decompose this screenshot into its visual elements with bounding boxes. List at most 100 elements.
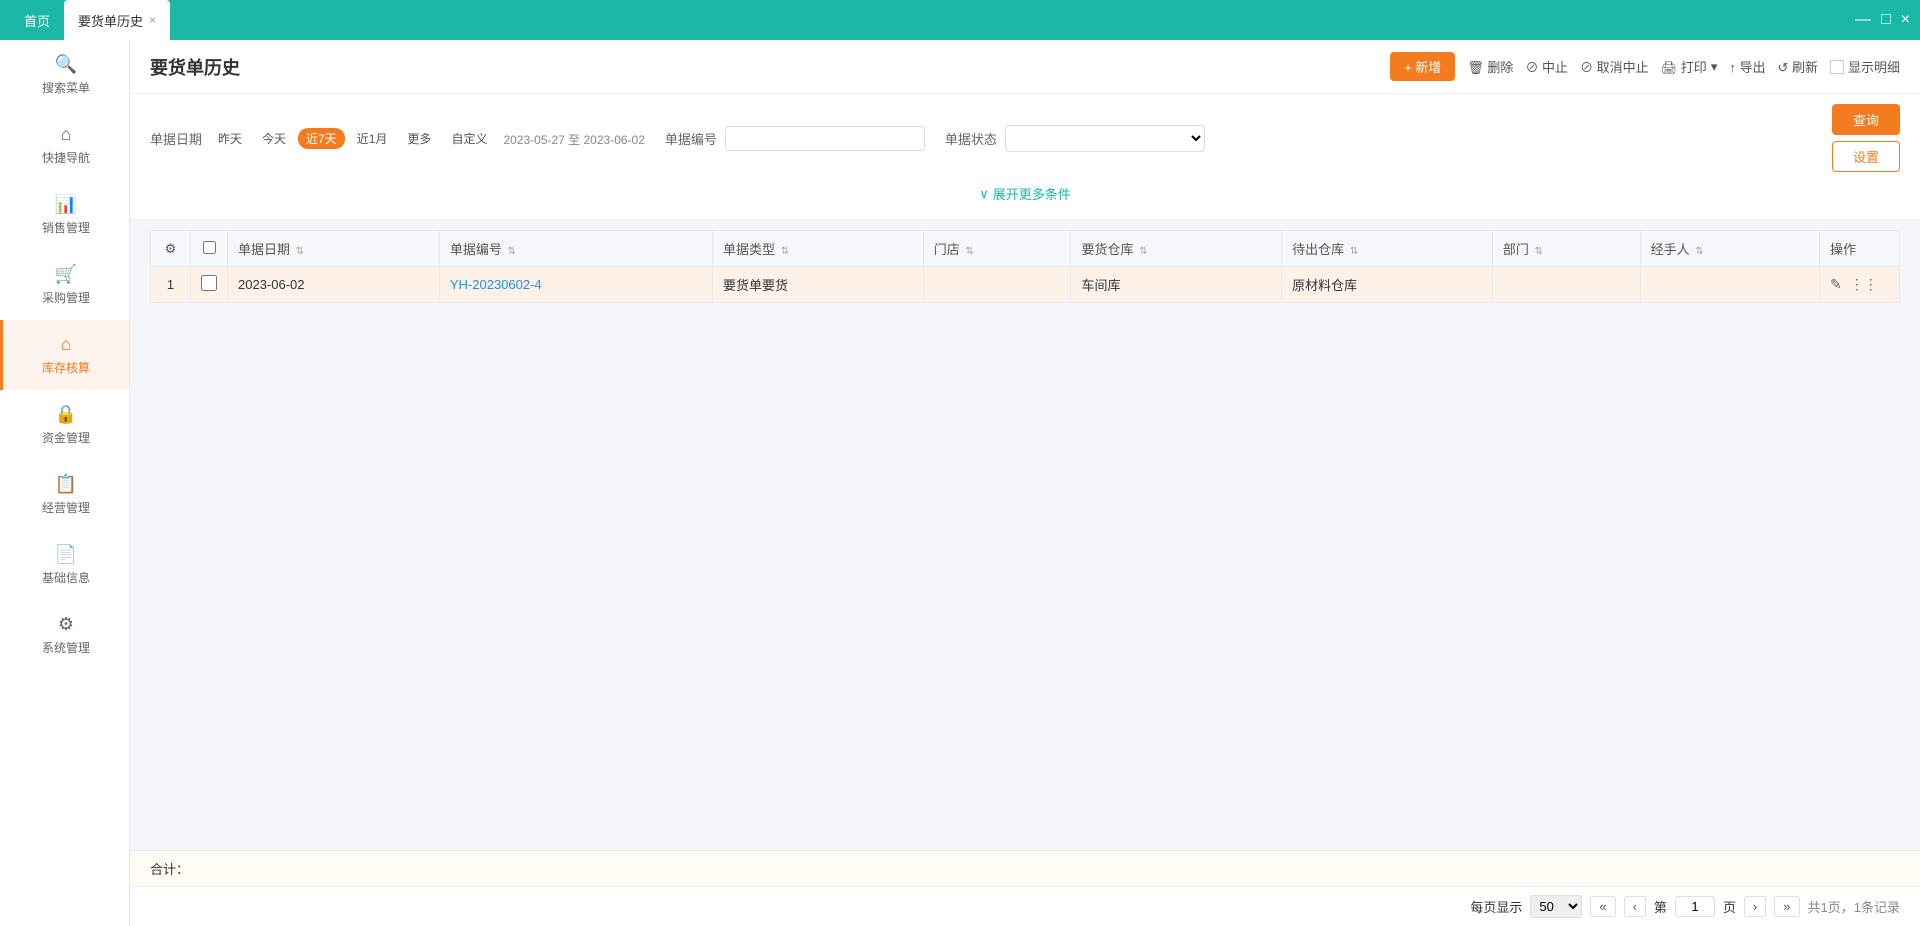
col-pending-warehouse[interactable]: 待出仓库 ⇅ <box>1282 231 1493 267</box>
more-action-icon[interactable]: ⋮⋮ <box>1850 276 1878 293</box>
select-all-checkbox[interactable] <box>203 241 216 254</box>
sort-icon-handler: ⇅ <box>1695 246 1703 257</box>
col-doc-date[interactable]: 单据日期 ⇅ <box>228 231 440 267</box>
col-dept[interactable]: 部门 ⇅ <box>1492 231 1640 267</box>
page-label: 第 <box>1654 897 1667 916</box>
refresh-label: ↺ 刷新 <box>1777 57 1818 76</box>
expand-more-label: 展开更多条件 <box>993 184 1071 203</box>
sidebar-item-label: 快捷导航 <box>42 149 90 166</box>
last-page-btn[interactable]: » <box>1774 896 1799 917</box>
date-today[interactable]: 今天 <box>254 128 294 149</box>
sidebar-item-sales[interactable]: 📊 销售管理 <box>0 180 129 250</box>
content-area: 要货单历史 + 新增 🗑 删除 ⊘ 中止 ⊘ 取消中止 🖨 打印 ▾ ↑ 导出 <box>130 40 1920 926</box>
maximize-btn[interactable]: □ <box>1881 11 1891 29</box>
cancel-stop-button[interactable]: ⊘ 取消中止 <box>1580 57 1649 76</box>
date-7days[interactable]: 近7天 <box>298 128 345 149</box>
sidebar-item-label: 基础信息 <box>42 569 90 586</box>
row-dept <box>1492 267 1640 303</box>
display-detail-checkbox[interactable] <box>1830 60 1844 74</box>
query-button[interactable]: 查询 <box>1832 104 1900 135</box>
inventory-icon: ⌂ <box>61 334 72 355</box>
row-doc-no: YH-20230602-4 <box>439 267 712 303</box>
expand-more-btn[interactable]: ∨ 展开更多条件 <box>150 178 1900 209</box>
sidebar-item-search-menu[interactable]: 🔍 搜索菜单 <box>0 40 129 110</box>
delete-button[interactable]: 🗑 删除 <box>1467 57 1513 76</box>
table-row: 1 2023-06-02 YH-20230602-4 要货单要货 车间库 原材料… <box>151 267 1900 303</box>
date-custom[interactable]: 自定义 <box>443 128 495 149</box>
toolbar: + 新增 🗑 删除 ⊘ 中止 ⊘ 取消中止 🖨 打印 ▾ ↑ 导出 <box>1390 52 1900 81</box>
doc-no-link[interactable]: YH-20230602-4 <box>450 277 542 292</box>
sidebar-item-label: 库存核算 <box>42 359 90 376</box>
row-checkbox[interactable] <box>201 275 217 291</box>
col-store[interactable]: 门店 ⇅ <box>923 231 1071 267</box>
active-tab[interactable]: 要货单历史 × <box>64 0 170 40</box>
export-button[interactable]: ↑ 导出 <box>1729 57 1765 76</box>
pagination: 每页显示 50 100 200 « ‹ 第 页 › » 共1页，1条记录 <box>130 886 1920 926</box>
row-doc-type: 要货单要货 <box>712 267 923 303</box>
col-handler[interactable]: 经手人 ⇅ <box>1640 231 1819 267</box>
display-detail-label: 显示明细 <box>1848 57 1900 76</box>
home-tab-label: 首页 <box>24 11 50 30</box>
settings-button[interactable]: 设置 <box>1832 141 1900 172</box>
doc-status-filter-group: 单据状态 <box>945 125 1205 152</box>
doc-status-select[interactable] <box>1005 125 1205 152</box>
sidebar-item-system[interactable]: ⚙ 系统管理 <box>0 600 129 670</box>
sidebar-item-basic-info[interactable]: 📄 基础信息 <box>0 530 129 600</box>
sidebar-item-label: 销售管理 <box>42 219 90 236</box>
per-page-select[interactable]: 50 100 200 <box>1530 895 1582 918</box>
print-button[interactable]: 🖨 打印 ▾ <box>1661 57 1718 76</box>
finance-icon: 🔒 <box>55 404 77 425</box>
sort-icon-doc-no: ⇅ <box>508 246 516 257</box>
add-button[interactable]: + 新增 <box>1390 52 1455 81</box>
col-store-label: 门店 <box>934 242 960 257</box>
col-req-warehouse-label: 要货仓库 <box>1081 242 1133 257</box>
purchase-icon: 🛒 <box>55 264 77 285</box>
date-range-display: 2023-05-27 至 2023-06-02 <box>503 131 644 148</box>
sort-icon-req-warehouse: ⇅ <box>1139 246 1147 257</box>
sidebar: 🔍 搜索菜单 ⌂ 快捷导航 📊 销售管理 🛒 采购管理 ⌂ 库存核算 🔒 资金管… <box>0 40 130 926</box>
sidebar-item-operations[interactable]: 📋 经营管理 <box>0 460 129 530</box>
table-header-row: ⚙ 单据日期 ⇅ 单据编号 ⇅ <box>151 231 1900 267</box>
system-icon: ⚙ <box>58 614 74 635</box>
refresh-button[interactable]: ↺ 刷新 <box>1777 57 1818 76</box>
close-window-btn[interactable]: × <box>1901 11 1910 29</box>
date-yesterday[interactable]: 昨天 <box>210 128 250 149</box>
home-tab[interactable]: 首页 <box>10 0 64 40</box>
col-doc-date-label: 单据日期 <box>238 242 290 257</box>
date-1month[interactable]: 近1月 <box>349 128 396 149</box>
sidebar-item-quick-nav[interactable]: ⌂ 快捷导航 <box>0 110 129 180</box>
stop-button[interactable]: ⊘ 中止 <box>1525 57 1568 76</box>
date-more[interactable]: 更多 <box>399 128 439 149</box>
operations-icon: 📋 <box>55 474 77 495</box>
page-header: 要货单历史 + 新增 🗑 删除 ⊘ 中止 ⊘ 取消中止 🖨 打印 ▾ ↑ 导出 <box>130 40 1920 94</box>
cancel-stop-label: ⊘ 取消中止 <box>1580 57 1649 76</box>
date-tags: 昨天 今天 近7天 近1月 更多 自定义 <box>210 128 495 149</box>
sidebar-item-finance[interactable]: 🔒 资金管理 <box>0 390 129 460</box>
sidebar-item-purchase[interactable]: 🛒 采购管理 <box>0 250 129 320</box>
sidebar-item-inventory[interactable]: ⌂ 库存核算 <box>0 320 129 390</box>
close-tab-icon[interactable]: × <box>149 13 156 27</box>
prev-page-btn[interactable]: ‹ <box>1624 896 1646 917</box>
quick-nav-icon: ⌂ <box>61 124 72 145</box>
edit-action-icon[interactable]: ✎ <box>1830 276 1842 293</box>
page-title: 要货单历史 <box>150 54 240 80</box>
sales-icon: 📊 <box>55 194 77 215</box>
sort-icon-pending-warehouse: ⇅ <box>1350 246 1358 257</box>
col-req-warehouse[interactable]: 要货仓库 ⇅ <box>1071 231 1282 267</box>
next-page-btn[interactable]: › <box>1744 896 1766 917</box>
page-number-input[interactable] <box>1675 896 1715 917</box>
minimize-btn[interactable]: — <box>1855 11 1871 29</box>
col-doc-no[interactable]: 单据编号 ⇅ <box>439 231 712 267</box>
doc-no-input[interactable] <box>725 126 925 151</box>
col-settings[interactable]: ⚙ <box>151 231 191 267</box>
first-page-btn[interactable]: « <box>1590 896 1615 917</box>
query-settings-group: 查询 设置 <box>1832 104 1900 172</box>
sort-icon-store: ⇅ <box>965 246 973 257</box>
date-filter-group: 单据日期 昨天 今天 近7天 近1月 更多 自定义 2023-05-27 至 2… <box>150 128 645 149</box>
expand-down-icon: ∨ <box>979 186 989 202</box>
display-detail-toggle[interactable]: 显示明细 <box>1830 57 1900 76</box>
row-doc-date: 2023-06-02 <box>228 267 440 303</box>
sidebar-item-label: 系统管理 <box>42 639 90 656</box>
main-layout: 🔍 搜索菜单 ⌂ 快捷导航 📊 销售管理 🛒 采购管理 ⌂ 库存核算 🔒 资金管… <box>0 40 1920 926</box>
col-doc-type[interactable]: 单据类型 ⇅ <box>712 231 923 267</box>
